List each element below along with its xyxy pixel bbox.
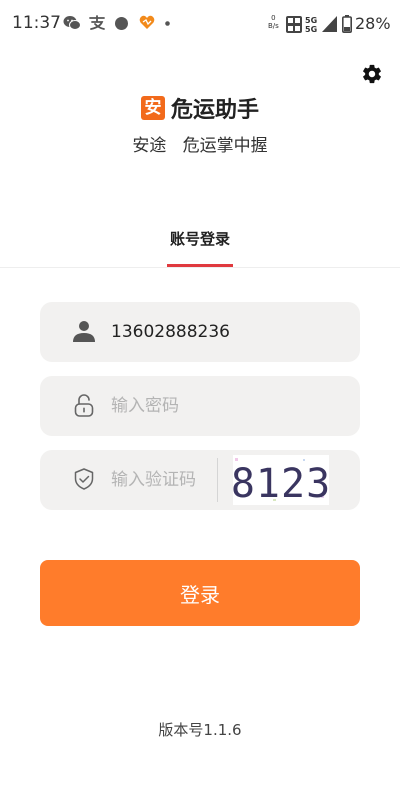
phone-input[interactable] — [111, 302, 331, 362]
tab-account-login[interactable]: 账号登录 — [150, 228, 250, 249]
status-time: 11:37 — [12, 13, 61, 33]
tab-divider — [0, 267, 400, 268]
login-button[interactable]: 登录 — [40, 560, 360, 626]
password-field — [40, 376, 360, 436]
captcha-text: 8123 — [233, 461, 329, 505]
battery-icon — [342, 15, 352, 33]
network-type: 5G 5G — [305, 16, 318, 34]
hd-icon — [286, 16, 302, 33]
gear-icon[interactable] — [361, 63, 383, 85]
status-bar: 11:37 0 B/s 5G 5G 28% — [0, 0, 400, 48]
net-speed: 0 B/s — [268, 14, 279, 30]
battery-percent: 28% — [355, 14, 391, 33]
app-header: 安 危运助手 — [0, 91, 400, 125]
version-label: 版本号1.1.6 — [158, 721, 242, 739]
app-slogan: 安途 危运掌中握 — [132, 136, 268, 156]
captcha-field: 8123 — [40, 450, 360, 510]
password-input[interactable] — [111, 376, 331, 436]
app-logo: 安 — [140, 96, 165, 120]
wechat-icon — [63, 16, 81, 30]
alipay-icon — [89, 15, 105, 30]
captcha-image[interactable]: 8123 — [233, 455, 329, 505]
lock-icon — [74, 394, 94, 417]
user-icon — [73, 321, 95, 342]
phone-field — [40, 302, 360, 362]
captcha-input[interactable] — [111, 450, 211, 510]
heart-app-icon — [139, 15, 155, 29]
signal-icon — [322, 16, 337, 32]
notification-dot-icon — [115, 17, 128, 30]
more-dot-icon — [165, 21, 170, 26]
shield-icon — [74, 468, 94, 490]
captcha-divider — [217, 458, 218, 502]
app-title: 危运助手 — [170, 98, 259, 123]
